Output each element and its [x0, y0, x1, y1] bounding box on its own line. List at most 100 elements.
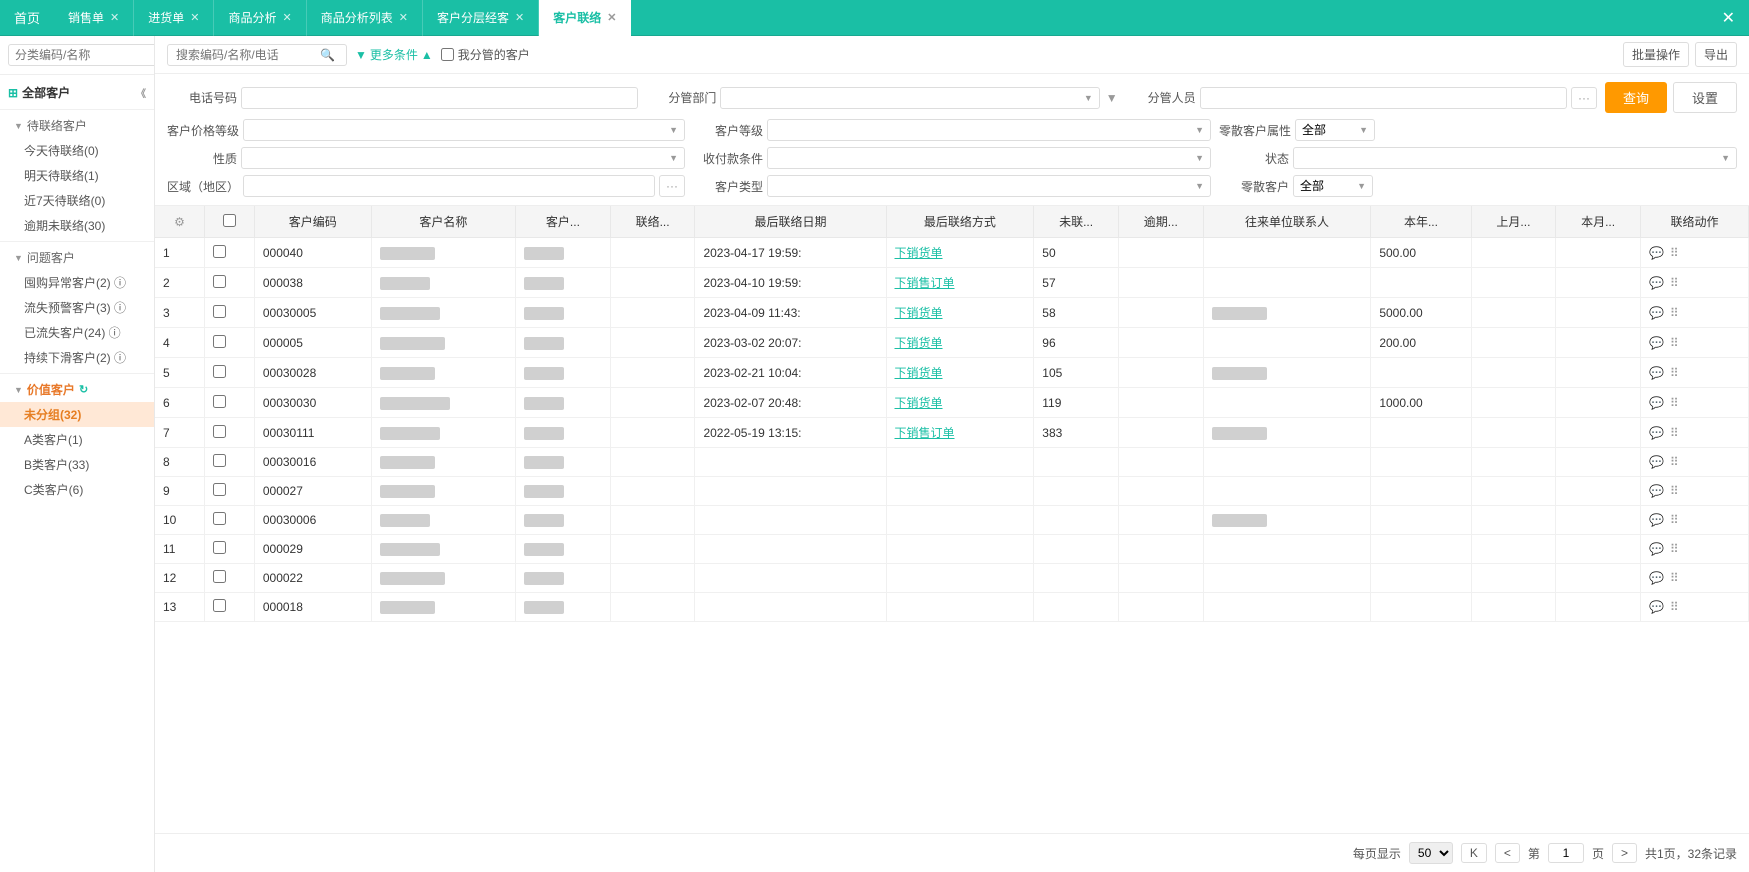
- menu-icon[interactable]: ⠿: [1670, 426, 1679, 440]
- col-name[interactable]: 客户名称: [371, 206, 515, 238]
- chat-icon[interactable]: 💬: [1649, 306, 1664, 320]
- filter-more-btn[interactable]: ▼ 更多条件 ▲: [355, 46, 433, 63]
- col-last-method[interactable]: 最后联络方式: [886, 206, 1034, 238]
- nature-select[interactable]: [242, 148, 684, 168]
- sidebar-item-a-class[interactable]: A类客户(1): [0, 427, 154, 452]
- col-days[interactable]: 未联...: [1034, 206, 1119, 238]
- row-checkbox[interactable]: [205, 593, 255, 622]
- cust-type-select[interactable]: [768, 176, 1210, 196]
- menu-icon[interactable]: ⠿: [1670, 366, 1679, 380]
- batch-ops-button[interactable]: 批量操作: [1623, 42, 1689, 67]
- close-icon[interactable]: ✕: [399, 11, 408, 24]
- row-checkbox[interactable]: [205, 358, 255, 388]
- row-last-method[interactable]: [886, 593, 1034, 622]
- refresh-icon[interactable]: ↻: [79, 383, 88, 396]
- chat-icon[interactable]: 💬: [1649, 276, 1664, 290]
- filter-search-icon[interactable]: 🔍: [320, 48, 335, 62]
- sidebar-group-pending[interactable]: ▼ 待联络客户: [0, 113, 154, 138]
- phone-input[interactable]: [241, 87, 638, 109]
- retail-cust-select[interactable]: 全部: [1294, 176, 1372, 196]
- next-page-btn[interactable]: >: [1612, 843, 1637, 863]
- cust-level-select[interactable]: [768, 120, 1210, 140]
- row-last-method[interactable]: 下销货单: [886, 298, 1034, 328]
- filter-search-input[interactable]: [176, 48, 316, 62]
- close-icon[interactable]: ✕: [515, 11, 524, 24]
- sidebar-search-input[interactable]: [8, 44, 155, 66]
- menu-icon[interactable]: ⠿: [1670, 455, 1679, 469]
- row-checkbox[interactable]: [205, 268, 255, 298]
- close-icon[interactable]: ✕: [190, 11, 199, 24]
- row-last-method[interactable]: [886, 448, 1034, 477]
- menu-icon[interactable]: ⠿: [1670, 396, 1679, 410]
- tab-product-list[interactable]: 商品分析列表 ✕: [307, 0, 423, 36]
- chat-icon[interactable]: 💬: [1649, 455, 1664, 469]
- tab-home[interactable]: 首页: [0, 8, 54, 27]
- menu-icon[interactable]: ⠿: [1670, 542, 1679, 556]
- sidebar-item-churn-warning[interactable]: 流失预警客户(3) ⓘ: [0, 295, 154, 320]
- chat-icon[interactable]: 💬: [1649, 366, 1664, 380]
- row-last-method[interactable]: [886, 535, 1034, 564]
- tab-product-analysis[interactable]: 商品分析 ✕: [214, 0, 306, 36]
- menu-icon[interactable]: ⠿: [1670, 484, 1679, 498]
- chat-icon[interactable]: 💬: [1649, 513, 1664, 527]
- sidebar-item-b-class[interactable]: B类客户(33): [0, 452, 154, 477]
- col-customer-x[interactable]: 客户...: [516, 206, 611, 238]
- sidebar-item-tomorrow[interactable]: 明天待联络(1): [0, 163, 154, 188]
- row-last-method[interactable]: [886, 477, 1034, 506]
- menu-icon[interactable]: ⠿: [1670, 336, 1679, 350]
- row-last-method[interactable]: 下销货单: [886, 328, 1034, 358]
- chat-icon[interactable]: 💬: [1649, 396, 1664, 410]
- sidebar-item-overdue[interactable]: 逾期未联络(30): [0, 213, 154, 238]
- select-all-checkbox[interactable]: [223, 214, 236, 227]
- chat-icon[interactable]: 💬: [1649, 542, 1664, 556]
- row-checkbox[interactable]: [205, 535, 255, 564]
- tab-purchase[interactable]: 进货单 ✕: [134, 0, 214, 36]
- row-last-method[interactable]: 下销货单: [886, 238, 1034, 268]
- row-checkbox[interactable]: [205, 448, 255, 477]
- col-contact-x[interactable]: 联络...: [610, 206, 695, 238]
- chat-icon[interactable]: 💬: [1649, 336, 1664, 350]
- sidebar-item-7days[interactable]: 近7天待联络(0): [0, 188, 154, 213]
- prev-page-btn[interactable]: <: [1495, 843, 1520, 863]
- sidebar-item-declining[interactable]: 持续下滑客户(2) ⓘ: [0, 345, 154, 370]
- row-last-method[interactable]: 下销售订单: [886, 268, 1034, 298]
- close-icon[interactable]: ✕: [110, 11, 119, 24]
- menu-icon[interactable]: ⠿: [1670, 513, 1679, 527]
- tab-customer-tier[interactable]: 客户分层经客 ✕: [423, 0, 539, 36]
- row-last-method[interactable]: [886, 506, 1034, 535]
- col-code[interactable]: 客户编码: [254, 206, 371, 238]
- my-customers-checkbox[interactable]: [441, 48, 454, 61]
- sidebar-item-churned[interactable]: 已流失客户(24) ⓘ: [0, 320, 154, 345]
- col-overdue[interactable]: 逾期...: [1118, 206, 1203, 238]
- first-page-btn[interactable]: K: [1461, 843, 1487, 863]
- chat-icon[interactable]: 💬: [1649, 600, 1664, 614]
- menu-icon[interactable]: ⠿: [1670, 600, 1679, 614]
- row-last-method[interactable]: [886, 564, 1034, 593]
- row-checkbox[interactable]: [205, 388, 255, 418]
- price-level-select[interactable]: [244, 120, 684, 140]
- chat-icon[interactable]: 💬: [1649, 426, 1664, 440]
- dept-select[interactable]: [721, 88, 1098, 108]
- query-button[interactable]: 查询: [1605, 82, 1667, 113]
- sidebar-group-problem[interactable]: ▼ 问题客户: [0, 245, 154, 270]
- row-checkbox[interactable]: [205, 298, 255, 328]
- chat-icon[interactable]: 💬: [1649, 571, 1664, 585]
- row-checkbox[interactable]: [205, 328, 255, 358]
- row-checkbox[interactable]: [205, 477, 255, 506]
- tab-bar-close-all[interactable]: ✕: [1708, 8, 1749, 28]
- settings-icon[interactable]: ⚙: [174, 215, 185, 229]
- close-icon[interactable]: ✕: [283, 11, 292, 24]
- sidebar-group-value[interactable]: ▼ 价值客户 ↻: [0, 377, 154, 402]
- export-button[interactable]: 导出: [1695, 42, 1737, 67]
- status-select[interactable]: [1294, 148, 1736, 168]
- col-this-year[interactable]: 本年...: [1371, 206, 1471, 238]
- sidebar-item-c-class[interactable]: C类客户(6): [0, 477, 154, 502]
- chat-icon[interactable]: 💬: [1649, 484, 1664, 498]
- row-checkbox[interactable]: [205, 506, 255, 535]
- payment-select[interactable]: [768, 148, 1210, 168]
- row-last-method[interactable]: 下销货单: [886, 388, 1034, 418]
- sidebar-item-today[interactable]: 今天待联络(0): [0, 138, 154, 163]
- chat-icon[interactable]: 💬: [1649, 246, 1664, 260]
- retail-attr-select[interactable]: 全部: [1296, 120, 1374, 140]
- row-checkbox[interactable]: [205, 238, 255, 268]
